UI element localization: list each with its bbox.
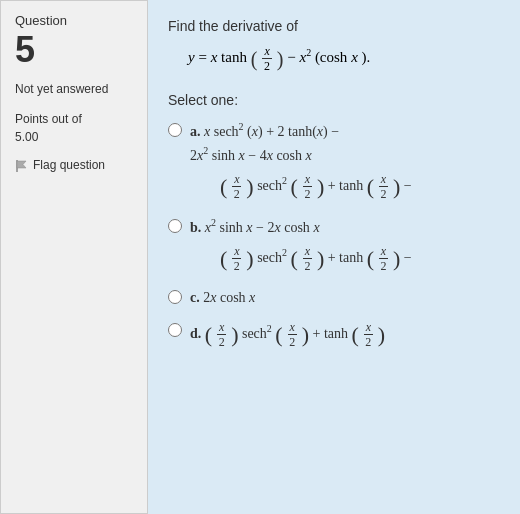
question-number: 5 bbox=[15, 30, 133, 70]
option-c-radio[interactable] bbox=[168, 290, 182, 304]
option-a-radio[interactable] bbox=[168, 123, 182, 137]
option-b-content: b. x2 sinh x − 2x cosh x ( x 2 ) sech2 ( bbox=[190, 216, 412, 278]
status-label: Not yet answered bbox=[15, 80, 133, 98]
option-b-math: ( x 2 ) sech2 ( x 2 ) + tanh ( bbox=[220, 244, 412, 274]
option-a-math: ( x 2 ) sech2 ( x 2 ) + tanh ( bbox=[220, 172, 412, 202]
option-b-radio[interactable] bbox=[168, 219, 182, 233]
flag-label: Flag question bbox=[33, 158, 105, 172]
main-content: Find the derivative of y = x tanh ( x 2 … bbox=[148, 0, 520, 514]
status-text: Not yet answered bbox=[15, 82, 108, 96]
option-b: b. x2 sinh x − 2x cosh x ( x 2 ) sech2 ( bbox=[168, 216, 500, 278]
option-d-content: d. ( x 2 ) sech2 ( x 2 ) + tanh ( x bbox=[190, 320, 385, 350]
flag-button[interactable]: Flag question bbox=[15, 158, 133, 173]
points-value: 5.00 bbox=[15, 130, 38, 144]
option-c-content: c. 2x cosh x bbox=[190, 287, 255, 309]
formula-x: x bbox=[211, 49, 218, 65]
option-a-content: a. x sech2 (x) + 2 tanh(x) − 2x2 sinh x … bbox=[190, 120, 412, 206]
option-c: c. 2x cosh x bbox=[168, 287, 500, 309]
question-intro: Find the derivative of bbox=[168, 18, 500, 34]
option-d: d. ( x 2 ) sech2 ( x 2 ) + tanh ( x bbox=[168, 320, 500, 350]
question-label: Question bbox=[15, 13, 133, 28]
formula-y: y bbox=[188, 49, 195, 65]
option-d-radio[interactable] bbox=[168, 323, 182, 337]
sidebar: Question 5 Not yet answered Points out o… bbox=[0, 0, 148, 514]
option-a: a. x sech2 (x) + 2 tanh(x) − 2x2 sinh x … bbox=[168, 120, 500, 206]
flag-icon bbox=[15, 159, 29, 173]
options-list: a. x sech2 (x) + 2 tanh(x) − 2x2 sinh x … bbox=[168, 120, 500, 350]
points-label: Points out of 5.00 bbox=[15, 110, 133, 146]
select-one-label: Select one: bbox=[168, 92, 500, 108]
formula-display: y = x tanh ( x 2 ) − x2 (cosh x ). bbox=[188, 44, 500, 74]
